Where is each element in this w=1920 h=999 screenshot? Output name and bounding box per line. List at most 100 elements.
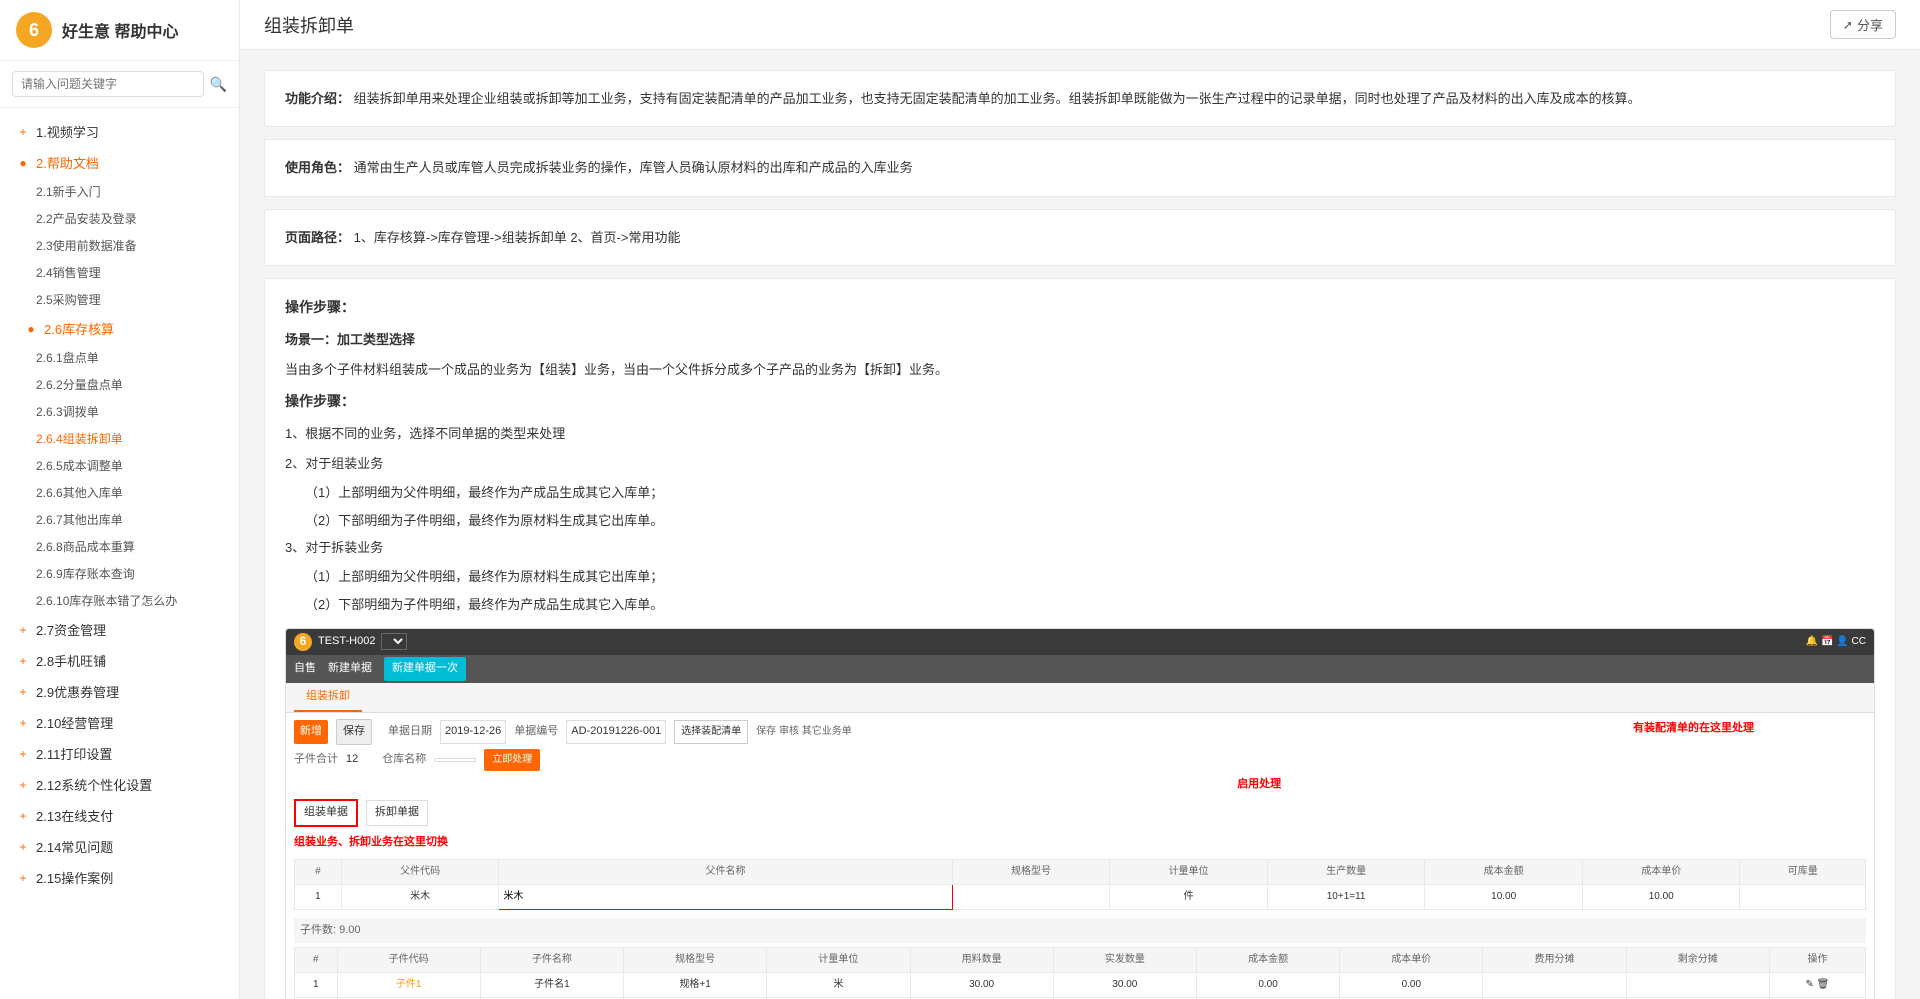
- inner-nav-home[interactable]: 自售: [294, 659, 316, 679]
- search-icon[interactable]: 🔍: [210, 76, 227, 93]
- share-button[interactable]: ➚ 分享: [1830, 10, 1896, 39]
- annotation-assembly-btn[interactable]: 选择装配清单: [674, 720, 748, 744]
- inner-nav-purchase[interactable]: 新建单据: [328, 659, 372, 679]
- inner-order-label: 单据编号: [514, 722, 558, 742]
- inner-subcount-value: 12: [346, 750, 358, 770]
- content-area: 功能介绍： 组装拆卸单用来处理企业组装或拆卸等加工业务，支持有固定装配清单的产品…: [240, 50, 1920, 999]
- scenario1-title: 场景一：加工类型选择: [285, 328, 1875, 351]
- col-sub-name: 子件名称: [480, 948, 623, 973]
- customize-expand-icon: +: [16, 778, 30, 792]
- finance-expand-icon: +: [16, 623, 30, 637]
- print-expand-icon: +: [16, 747, 30, 761]
- app-title: 好生意 帮助中心: [62, 18, 178, 42]
- sidebar-item-adjust[interactable]: 2.6.3调拨单: [0, 398, 239, 425]
- col-unit: 计量单位: [1110, 859, 1268, 884]
- col-sub-alloc: 费用分摊: [1483, 948, 1626, 973]
- steps-card: 操作步骤： 场景一：加工类型选择 当由多个子件材料组装成一个成品的业务为【组装】…: [264, 278, 1896, 999]
- top-bar: 组装拆卸单 ➚ 分享: [240, 0, 1920, 50]
- col-parent-code: 父件代码: [341, 859, 499, 884]
- inner-action-btns: 保存 审核 其它业务单: [756, 723, 852, 741]
- sidebar-item-costadj[interactable]: 2.6.5成本调整单: [0, 452, 239, 479]
- inner-nav-assembly[interactable]: 新建单据一次: [384, 657, 466, 681]
- sidebar-item-data[interactable]: 2.3使用前数据准备: [0, 232, 239, 259]
- cases-expand-icon: +: [16, 871, 30, 885]
- col-spec: 规格型号: [952, 859, 1110, 884]
- nav-tree: + 1.视频学习 ● 2.帮助文档 2.1新手入门 2.2产品安装及登录 2.3…: [0, 108, 239, 999]
- share-icon: ➚: [1843, 18, 1853, 32]
- screenshot-container: 6 TEST-H002 🔔 📅 👤 CC 自售 新建单据 新建单据一次: [285, 628, 1875, 999]
- inner-type-tab-disassembly[interactable]: 拆卸单据: [366, 800, 428, 826]
- col-sub-action: 操作: [1769, 948, 1865, 973]
- coupon-expand-icon: +: [16, 685, 30, 699]
- annotation2-text: 组装业务、拆卸业务在这里切换: [294, 833, 1866, 853]
- sidebar: 6 好生意 帮助中心 🔍 + 1.视频学习 ● 2.帮助文档 2.1新手入门 2…: [0, 0, 240, 999]
- col-cost: 成本金额: [1425, 859, 1583, 884]
- search-input[interactable]: [12, 71, 204, 97]
- role-label: 使用角色：: [285, 160, 350, 175]
- col-sub-code: 子件代码: [337, 948, 480, 973]
- inner-type-tab-assembly[interactable]: 组装单据: [294, 799, 358, 827]
- parent-table: # 父件代码 父件名称 规格型号 计量单位 生产数量 成本金额 成本单价 可库量: [294, 859, 1866, 910]
- faq-expand-icon: +: [16, 840, 30, 854]
- step1: 1、根据不同的业务，选择不同单据的类型来处理: [285, 422, 1875, 445]
- search-bar: 🔍: [0, 61, 239, 108]
- sidebar-item-faq[interactable]: + 2.14常见问题: [0, 831, 239, 862]
- inner-warehouse-label: 仓库名称: [382, 750, 426, 770]
- sub-table-label: 子件数: 9.00: [294, 918, 1866, 944]
- inner-tab-new[interactable]: 新增: [294, 720, 328, 744]
- sidebar-item-stock[interactable]: ● 2.6库存核算: [0, 313, 239, 344]
- sidebar-item-docs[interactable]: ● 2.帮助文档: [0, 147, 239, 178]
- sidebar-item-stockerror[interactable]: 2.6.10库存账本错了怎么办: [0, 587, 239, 614]
- sidebar-item-ops[interactable]: + 2.10经营管理: [0, 707, 239, 738]
- sidebar-item-mobile[interactable]: + 2.8手机旺铺: [0, 645, 239, 676]
- inner-tab-assembly[interactable]: 组装拆卸: [294, 683, 362, 713]
- scenario1-desc: 当由多个子件材料组装成一个成品的业务为【组装】业务，当由一个父件拆分成多个子产品…: [285, 358, 1875, 381]
- mobile-expand-icon: +: [16, 654, 30, 668]
- col-qty: 生产数量: [1267, 859, 1425, 884]
- sidebar-item-video[interactable]: + 1.视频学习: [0, 116, 239, 147]
- sidebar-item-partial[interactable]: 2.6.2分量盘点单: [0, 371, 239, 398]
- parent-name-input[interactable]: [503, 889, 947, 900]
- sidebar-item-otherout[interactable]: 2.6.7其他出库单: [0, 506, 239, 533]
- sidebar-item-coupon[interactable]: + 2.9优惠券管理: [0, 676, 239, 707]
- expand-icon: +: [16, 125, 30, 139]
- col-num: #: [295, 859, 342, 884]
- intro-text: 组装拆卸单用来处理企业组装或拆卸等加工业务，支持有固定装配清单的产品加工业务，也…: [354, 91, 1641, 106]
- annotation1-text: 有装配清单的在这里处理: [1633, 719, 1754, 739]
- path-label: 页面路径：: [285, 230, 350, 245]
- sidebar-item-print[interactable]: + 2.11打印设置: [0, 738, 239, 769]
- sidebar-item-stockquery[interactable]: 2.6.9库存账本查询: [0, 560, 239, 587]
- sidebar-item-costrecalc[interactable]: 2.6.8商品成本重算: [0, 533, 239, 560]
- sidebar-item-cases[interactable]: + 2.15操作案例: [0, 862, 239, 893]
- inner-warehouse-input[interactable]: [434, 758, 476, 762]
- inner-subcount-label: 子件合计: [294, 750, 338, 770]
- step-ops-title: 操作步骤：: [285, 389, 1875, 414]
- col-sub-spec: 规格型号: [624, 948, 767, 973]
- page-title: 组装拆卸单: [264, 12, 354, 38]
- step3-1: （1）上部明细为父件明细，最终作为原材料生成其它出库单；: [285, 565, 1875, 588]
- col-sub-unit-cost: 成本单价: [1340, 948, 1483, 973]
- inner-dropdown[interactable]: [381, 633, 407, 650]
- logo-icon: 6: [16, 12, 52, 48]
- col-sub-actual: 实发数量: [1053, 948, 1196, 973]
- inner-tab-save[interactable]: 保存: [336, 719, 372, 745]
- sidebar-item-stocktake[interactable]: 2.6.1盘点单: [0, 344, 239, 371]
- sidebar-item-assembly[interactable]: 2.6.4组装拆卸单: [0, 425, 239, 452]
- inner-date-label: 单据日期: [388, 722, 432, 742]
- col-sub-recipe: 用料数量: [910, 948, 1053, 973]
- sidebar-item-new[interactable]: 2.1新手入门: [0, 178, 239, 205]
- sidebar-item-payment[interactable]: + 2.13在线支付: [0, 800, 239, 831]
- table-row: 1 米木 件 10+1=11 10.00 10.00: [295, 884, 1866, 909]
- intro-card: 功能介绍： 组装拆卸单用来处理企业组装或拆卸等加工业务，支持有固定装配清单的产品…: [264, 70, 1896, 127]
- sidebar-item-install[interactable]: 2.2产品安装及登录: [0, 205, 239, 232]
- col-sub-cost: 成本金额: [1196, 948, 1339, 973]
- sidebar-item-customize[interactable]: + 2.12系统个性化设置: [0, 769, 239, 800]
- step2-2: （2）下部明细为子件明细，最终作为原材料生成其它出库单。: [285, 509, 1875, 532]
- sidebar-item-finance[interactable]: + 2.7资金管理: [0, 614, 239, 645]
- payment-expand-icon: +: [16, 809, 30, 823]
- sidebar-item-purchase[interactable]: 2.5采购管理: [0, 286, 239, 313]
- sidebar-item-sales[interactable]: 2.4销售管理: [0, 259, 239, 286]
- sidebar-item-otherin[interactable]: 2.6.6其他入库单: [0, 479, 239, 506]
- inner-confirm-btn[interactable]: 立即处理: [484, 749, 540, 771]
- role-card: 使用角色： 通常由生产人员或库管人员完成拆装业务的操作，库管人员确认原材料的出库…: [264, 139, 1896, 196]
